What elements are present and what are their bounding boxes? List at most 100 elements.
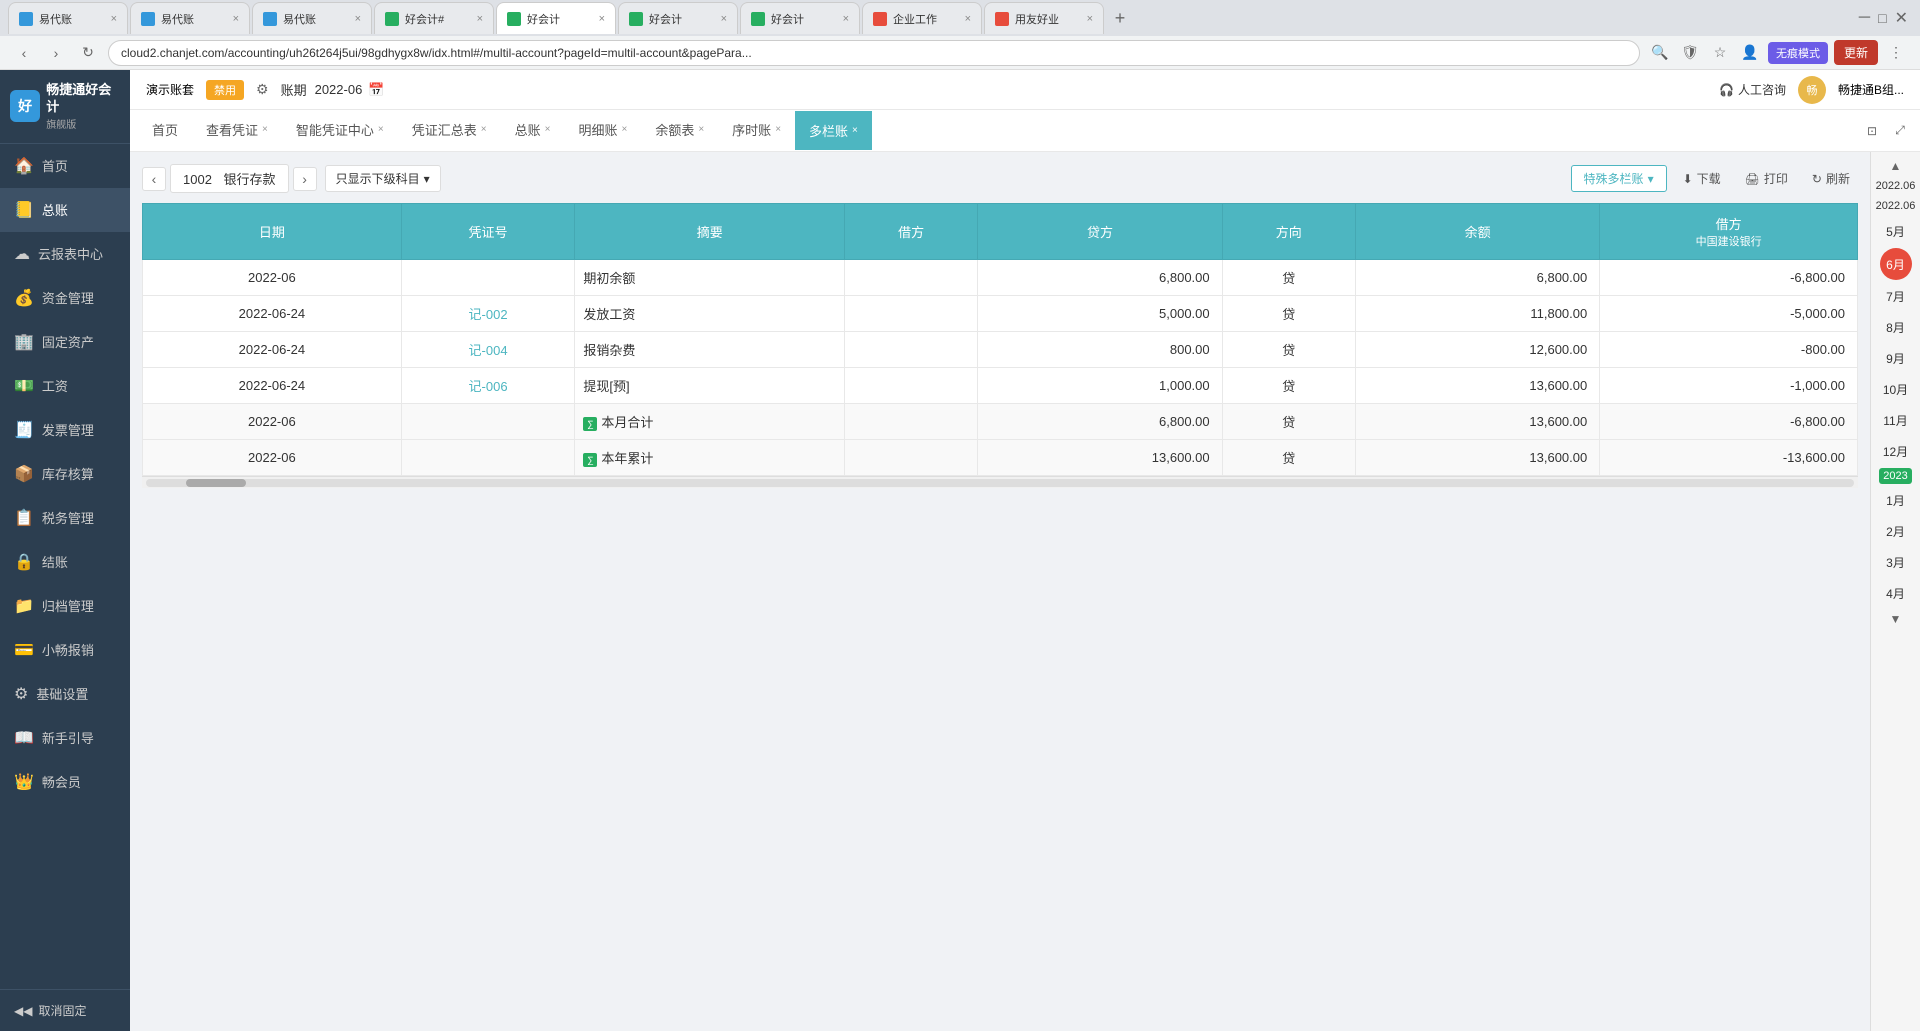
- month-item-7[interactable]: 7月: [1876, 282, 1916, 311]
- sidebar-item-expense[interactable]: 💳 小畅报销: [0, 628, 130, 672]
- star-icon[interactable]: ☆: [1708, 41, 1732, 65]
- month-item-2023-4[interactable]: 4月: [1876, 579, 1916, 608]
- month-item-2023-1[interactable]: 1月: [1876, 486, 1916, 515]
- calendar-icon[interactable]: 📅: [368, 82, 384, 98]
- voucher-link[interactable]: 记-004: [469, 343, 508, 358]
- month-item-11[interactable]: 11月: [1876, 406, 1916, 435]
- tab-sequence[interactable]: 序时账 ×: [718, 110, 795, 151]
- cell-balance: 11,800.00: [1355, 296, 1599, 332]
- month-item-10[interactable]: 10月: [1876, 375, 1916, 404]
- reload-button[interactable]: ↻: [76, 41, 100, 65]
- tab-home[interactable]: 首页: [138, 110, 192, 151]
- tab-icon-1: [19, 12, 33, 26]
- sidebar-item-member[interactable]: 👑 畅会员: [0, 760, 130, 804]
- tab-voucher-view[interactable]: 查看凭证 ×: [192, 110, 282, 151]
- expand-panel-icon[interactable]: ⤢: [1888, 119, 1912, 143]
- tab-voucher-view-close[interactable]: ×: [262, 124, 268, 135]
- sidebar-item-guide[interactable]: 📖 新手引导: [0, 716, 130, 760]
- sidebar-item-tax[interactable]: 📋 税务管理: [0, 496, 130, 540]
- tab-detail-ledger[interactable]: 明细账 ×: [564, 110, 641, 151]
- voucher-link[interactable]: 记-006: [469, 379, 508, 394]
- tab-close-2[interactable]: ×: [233, 13, 239, 25]
- sidebar-item-funds[interactable]: 💰 资金管理: [0, 276, 130, 320]
- horizontal-scrollbar[interactable]: [142, 476, 1858, 488]
- tab-general-ledger-close[interactable]: ×: [545, 124, 551, 135]
- scroll-down-button[interactable]: ▼: [1882, 609, 1910, 629]
- month-item-12[interactable]: 12月: [1876, 437, 1916, 466]
- url-bar[interactable]: cloud2.chanjet.com/accounting/uh26t264j5…: [108, 40, 1640, 66]
- unpin-button[interactable]: ◀◀ 取消固定: [0, 989, 130, 1031]
- print-button[interactable]: 🖨 打印: [1737, 166, 1796, 191]
- month-item-2023-2[interactable]: 2月: [1876, 517, 1916, 546]
- tab-close-5[interactable]: ×: [599, 13, 605, 25]
- sidebar-item-home[interactable]: 🏠 首页: [0, 144, 130, 188]
- month-item-5[interactable]: 5月: [1876, 217, 1916, 246]
- tab-haokuaiji-4[interactable]: 好会计# ×: [374, 2, 494, 34]
- search-icon[interactable]: 🔍: [1648, 41, 1672, 65]
- tab-close-3[interactable]: ×: [355, 13, 361, 25]
- month-item-9[interactable]: 9月: [1876, 344, 1916, 373]
- tab-close-6[interactable]: ×: [721, 13, 727, 25]
- month-item-6[interactable]: 6月: [1880, 248, 1912, 280]
- sidebar-item-invoice[interactable]: 🧾 发票管理: [0, 408, 130, 452]
- tab-yidaizhang-2[interactable]: 易代账 ×: [130, 2, 250, 34]
- tab-multi-column[interactable]: 多栏账 ×: [795, 111, 872, 150]
- tab-yonyou[interactable]: 用友好业 ×: [984, 2, 1104, 34]
- update-button[interactable]: 更新: [1834, 40, 1878, 65]
- back-button[interactable]: ‹: [12, 41, 36, 65]
- tab-general-ledger[interactable]: 总账 ×: [501, 110, 565, 151]
- tab-multi-column-close[interactable]: ×: [852, 125, 858, 136]
- sidebar-item-salary[interactable]: 💵 工资: [0, 364, 130, 408]
- tab-haokuaiji-7[interactable]: 好会计 ×: [740, 2, 860, 34]
- month-item-8[interactable]: 8月: [1876, 313, 1916, 342]
- refresh-button[interactable]: ↻ 刷新: [1804, 166, 1858, 191]
- tab-voucher-summary[interactable]: 凭证汇总表 ×: [398, 110, 501, 151]
- tab-smart-center-close[interactable]: ×: [378, 124, 384, 135]
- menu-icon[interactable]: ⋮: [1884, 41, 1908, 65]
- filter-dropdown[interactable]: 只显示下级科目 ▾: [325, 165, 441, 192]
- tab-enterprise[interactable]: 企业工作 ×: [862, 2, 982, 34]
- tab-balance[interactable]: 余额表 ×: [641, 110, 718, 151]
- consultant-button[interactable]: 🎧 人工咨询: [1719, 81, 1786, 98]
- tab-haokuaiji-5[interactable]: 好会计 ×: [496, 2, 616, 34]
- month-item-2023-3[interactable]: 3月: [1876, 548, 1916, 577]
- profile-icon[interactable]: 👤: [1738, 41, 1762, 65]
- download-button[interactable]: ⬇ 下载: [1675, 166, 1729, 191]
- incognito-button[interactable]: 无痕模式: [1768, 42, 1828, 64]
- tab-sequence-close[interactable]: ×: [775, 124, 781, 135]
- cell-extra: -6,800.00: [1600, 260, 1858, 296]
- sidebar-item-archive[interactable]: 📁 归档管理: [0, 584, 130, 628]
- collapse-panel-icon[interactable]: ⊡: [1860, 119, 1884, 143]
- tab-close-8[interactable]: ×: [965, 13, 971, 25]
- voucher-link[interactable]: 记-002: [469, 307, 508, 322]
- tab-close-4[interactable]: ×: [477, 13, 483, 25]
- tab-haokuaiji-6[interactable]: 好会计 ×: [618, 2, 738, 34]
- new-tab-button[interactable]: +: [1106, 4, 1134, 32]
- sidebar-item-settings[interactable]: ⚙ 基础设置: [0, 672, 130, 716]
- minimize-button[interactable]: ─: [1859, 9, 1870, 27]
- tab-smart-center[interactable]: 智能凭证中心 ×: [282, 110, 398, 151]
- tab-yidaizhang-1[interactable]: 易代账 ×: [8, 2, 128, 34]
- prev-account-button[interactable]: ‹: [142, 167, 166, 191]
- next-account-button[interactable]: ›: [293, 167, 317, 191]
- tab-close-1[interactable]: ×: [111, 13, 117, 25]
- close-button[interactable]: ✕: [1895, 8, 1908, 28]
- settings-gear-icon[interactable]: ⚙: [256, 81, 269, 98]
- demo-badge[interactable]: 禁用: [206, 80, 244, 100]
- sidebar-item-inventory[interactable]: 📦 库存核算: [0, 452, 130, 496]
- special-ledger-button[interactable]: 特殊多栏账 ▾: [1571, 165, 1667, 192]
- scroll-up-button[interactable]: ▲: [1882, 156, 1910, 176]
- restore-button[interactable]: □: [1878, 10, 1886, 26]
- tab-voucher-summary-close[interactable]: ×: [481, 124, 487, 135]
- tab-balance-close[interactable]: ×: [698, 124, 704, 135]
- sidebar-item-close[interactable]: 🔒 结账: [0, 540, 130, 584]
- tab-yidaizhang-3[interactable]: 易代账 ×: [252, 2, 372, 34]
- forward-button[interactable]: ›: [44, 41, 68, 65]
- sidebar-item-assets[interactable]: 🏢 固定资产: [0, 320, 130, 364]
- sidebar-item-ledger[interactable]: 📒 总账: [0, 188, 130, 232]
- tab-close-7[interactable]: ×: [843, 13, 849, 25]
- sidebar-item-reports[interactable]: ☁ 云报表中心: [0, 232, 130, 276]
- tab-close-9[interactable]: ×: [1087, 13, 1093, 25]
- tab-detail-ledger-close[interactable]: ×: [621, 124, 627, 135]
- scrollbar-thumb[interactable]: [186, 479, 246, 487]
